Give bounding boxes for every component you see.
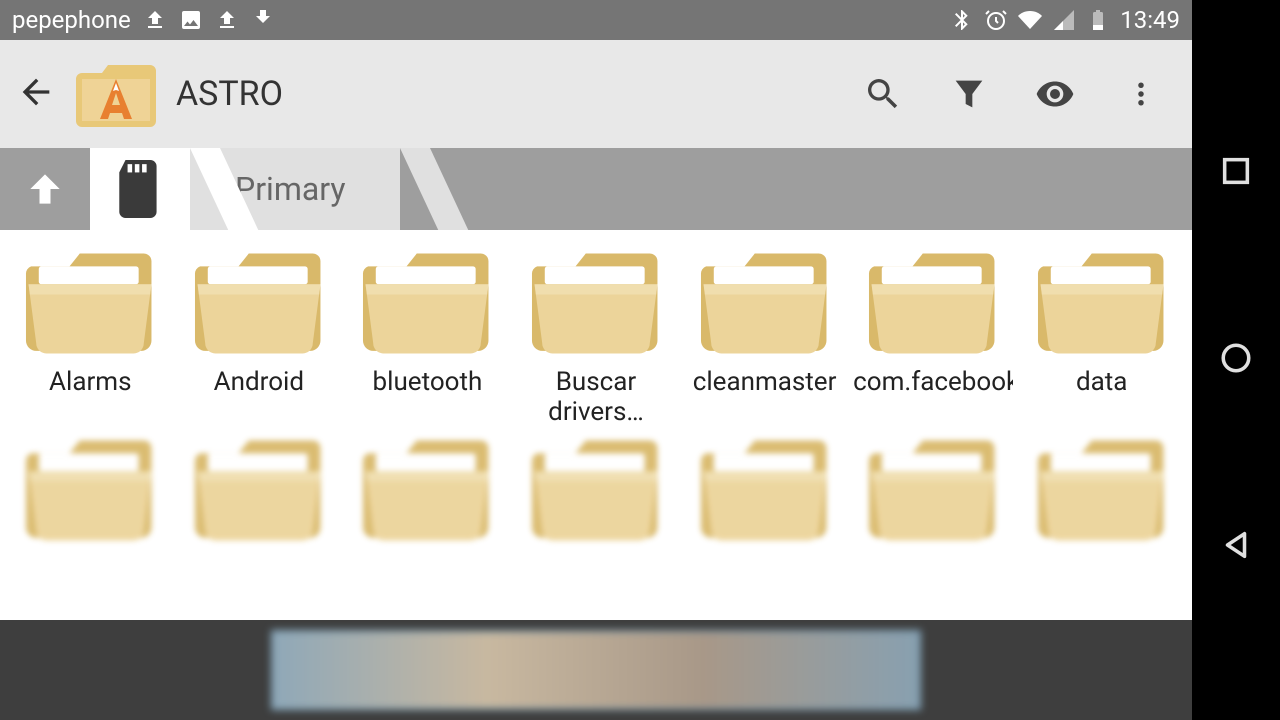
- nav-home-button[interactable]: [1219, 341, 1253, 379]
- alarm-icon: [984, 8, 1008, 32]
- folder-icon: [868, 436, 998, 546]
- filter-button[interactable]: [934, 59, 1004, 129]
- folder-icon: [362, 248, 492, 358]
- folder-label: Android: [179, 368, 339, 398]
- astro-logo-icon: [72, 55, 160, 133]
- back-button[interactable]: [16, 72, 56, 116]
- breadcrumb: Primary: [0, 148, 1192, 230]
- folder-icon: [25, 436, 155, 546]
- nav-recent-button[interactable]: [1219, 154, 1253, 192]
- download-icon: [251, 8, 275, 32]
- folder-item[interactable]: [853, 436, 1014, 556]
- ad-banner[interactable]: [0, 620, 1192, 720]
- folder-icon: [700, 248, 830, 358]
- folder-label: Alarms: [10, 368, 170, 398]
- app-bar: ASTRO: [0, 40, 1192, 148]
- folder-item[interactable]: bluetooth: [347, 248, 508, 428]
- folder-item[interactable]: Alarms: [10, 248, 171, 428]
- folder-icon: [194, 248, 324, 358]
- folder-item[interactable]: [179, 436, 340, 556]
- folder-item[interactable]: [1021, 436, 1182, 556]
- folder-icon: [700, 436, 830, 546]
- folder-icon: [868, 248, 998, 358]
- signal-icon: [1052, 8, 1076, 32]
- folder-label: cleanmaster: [685, 368, 845, 398]
- folder-label: data: [1022, 368, 1182, 398]
- folder-item[interactable]: [516, 436, 677, 556]
- image-icon: [179, 8, 203, 32]
- nav-back-button[interactable]: [1219, 528, 1253, 566]
- app-title: ASTRO: [176, 74, 832, 114]
- overflow-menu-button[interactable]: [1106, 59, 1176, 129]
- bluetooth-icon: [950, 8, 974, 32]
- breadcrumb-sd-root[interactable]: [90, 148, 190, 230]
- search-button[interactable]: [848, 59, 918, 129]
- ad-content[interactable]: [271, 630, 921, 710]
- folder-item[interactable]: Android: [179, 248, 340, 428]
- folder-icon: [531, 248, 661, 358]
- clock-label: 13:49: [1120, 6, 1180, 34]
- battery-icon: [1086, 8, 1110, 32]
- folder-item[interactable]: Buscar drivers…: [516, 248, 677, 428]
- folder-icon: [25, 248, 155, 358]
- view-button[interactable]: [1020, 59, 1090, 129]
- folder-icon: [1037, 248, 1167, 358]
- folder-label: Buscar drivers…: [516, 368, 676, 428]
- folder-item[interactable]: data: [1021, 248, 1182, 428]
- folder-label: com.facebook.or…: [853, 368, 1013, 398]
- system-nav-bar: [1192, 0, 1280, 720]
- upload-icon-2: [215, 8, 239, 32]
- status-bar: pepephone 13:49: [0, 0, 1192, 40]
- wifi-icon: [1018, 8, 1042, 32]
- folder-item[interactable]: com.facebook.or…: [853, 248, 1014, 428]
- nav-up-button[interactable]: [0, 148, 90, 230]
- folder-icon: [531, 436, 661, 546]
- folder-item[interactable]: [684, 436, 845, 556]
- folder-icon: [1037, 436, 1167, 546]
- folder-icon: [194, 436, 324, 546]
- folder-label: bluetooth: [347, 368, 507, 398]
- folder-grid[interactable]: Alarms Android bluetooth Buscar drivers……: [0, 230, 1192, 620]
- folder-icon: [362, 436, 492, 546]
- carrier-label: pepephone: [12, 6, 131, 34]
- upload-icon: [143, 8, 167, 32]
- folder-item[interactable]: [347, 436, 508, 556]
- folder-item[interactable]: cleanmaster: [684, 248, 845, 428]
- folder-item[interactable]: [10, 436, 171, 556]
